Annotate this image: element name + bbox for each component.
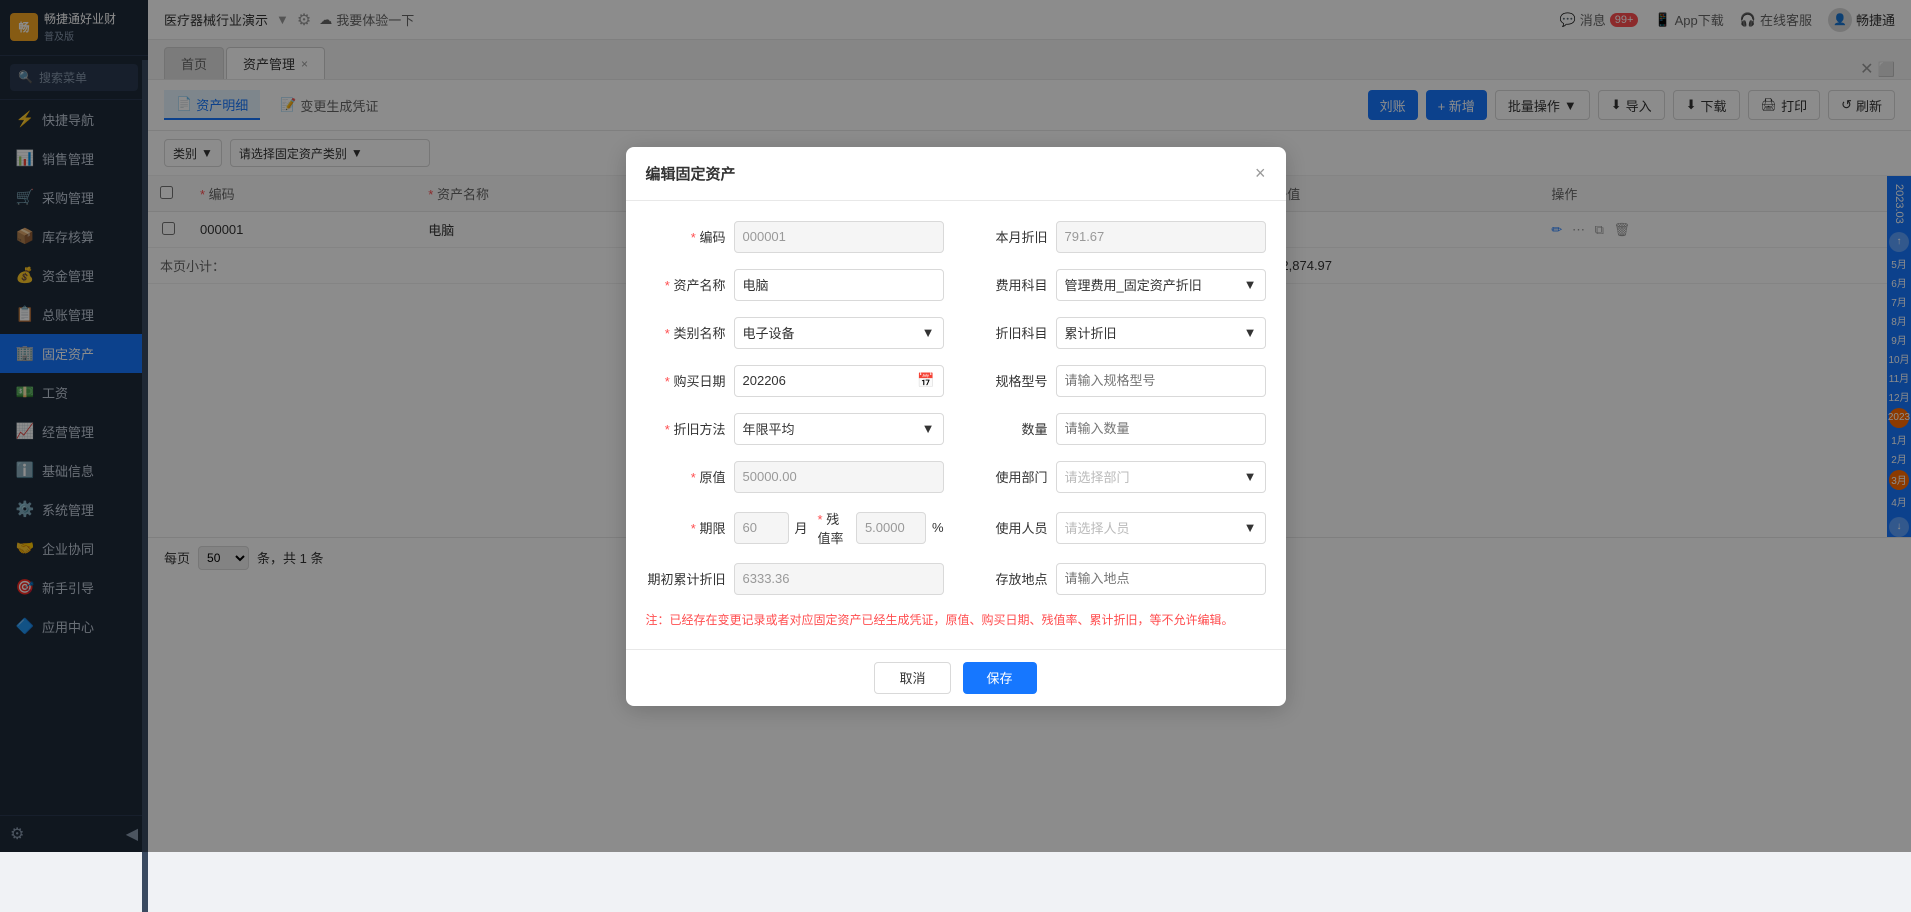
period-field-item: * 期限 60 月 * 残值率 5.0000	[646, 509, 944, 547]
location-field-item: 存放地点	[968, 563, 1266, 595]
initial-dep-label: 期初累计折旧	[646, 569, 726, 588]
save-button[interactable]: 保存	[963, 662, 1037, 694]
initial-dep-input: 6333.36	[734, 563, 944, 595]
quantity-label: 数量	[968, 419, 1048, 438]
category-select[interactable]: 电子设备 ▼	[734, 317, 944, 349]
location-input[interactable]	[1056, 563, 1266, 595]
dep-method-select[interactable]: 年限平均 ▼	[734, 413, 944, 445]
initial-dep-field-item: 期初累计折旧 6333.36	[646, 563, 944, 595]
purchase-date-input[interactable]: 202206 📅	[734, 365, 944, 397]
asset-name-input[interactable]	[734, 269, 944, 301]
period-unit-label: 月	[795, 518, 808, 537]
code-label: * 编码	[646, 227, 726, 246]
quantity-field-item: 数量	[968, 413, 1266, 445]
residual-rate-unit: %	[932, 520, 944, 535]
category-label: * 类别名称	[646, 323, 726, 342]
form-grid: * 编码 000001 本月折旧 791.67	[646, 221, 1266, 629]
asset-name-label: * 资产名称	[646, 275, 726, 294]
expense-account-label: 费用科目	[968, 275, 1048, 294]
calendar-icon: 📅	[917, 372, 934, 389]
spec-model-input[interactable]	[1056, 365, 1266, 397]
expense-account-select[interactable]: 管理费用_固定资产折旧 ▼	[1056, 269, 1266, 301]
cancel-button[interactable]: 取消	[874, 662, 950, 694]
modal-footer: 取消 保存	[626, 649, 1286, 706]
dep-method-chevron-icon: ▼	[922, 421, 935, 436]
code-required-star: *	[691, 230, 696, 245]
dep-account-chevron-icon: ▼	[1244, 325, 1257, 340]
dep-method-field-item: * 折旧方法 年限平均 ▼	[646, 413, 944, 445]
monthly-dep-input: 791.67	[1056, 221, 1266, 253]
residual-rate-label: * 残值率	[818, 509, 850, 547]
spec-model-field-item: 规格型号	[968, 365, 1266, 397]
expense-account-field-item: 费用科目 管理费用_固定资产折旧 ▼	[968, 269, 1266, 301]
department-field-item: 使用部门 请选择部门 ▼	[968, 461, 1266, 493]
modal-note: 注：已经存在变更记录或者对应固定资产已经生成凭证，原值、购买日期、残值率、累计折…	[646, 611, 1266, 629]
code-field-item: * 编码 000001	[646, 221, 944, 253]
dep-method-label: * 折旧方法	[646, 419, 726, 438]
residual-rate-input: 5.0000	[856, 512, 926, 544]
category-field-item: * 类别名称 电子设备 ▼	[646, 317, 944, 349]
expense-account-chevron-icon: ▼	[1244, 277, 1257, 292]
period-label: * 期限	[646, 518, 726, 537]
modal-title: 编辑固定资产	[646, 163, 736, 184]
spec-model-label: 规格型号	[968, 371, 1048, 390]
modal-body: * 编码 000001 本月折旧 791.67	[626, 201, 1286, 649]
asset-name-field-item: * 资产名称	[646, 269, 944, 301]
original-value-label: * 原值	[646, 467, 726, 486]
purchase-date-field-item: * 购买日期 202206 📅	[646, 365, 944, 397]
modal-close-icon[interactable]: ×	[1255, 163, 1266, 184]
user-chevron-icon: ▼	[1244, 520, 1257, 535]
modal-overlay[interactable]: 编辑固定资产 × * 编码 000001	[0, 0, 1911, 852]
code-input: 000001	[734, 221, 944, 253]
dep-account-field-item: 折旧科目 累计折旧 ▼	[968, 317, 1266, 349]
user-field-item: 使用人员 请选择人员 ▼	[968, 509, 1266, 547]
monthly-dep-field-item: 本月折旧 791.67	[968, 221, 1266, 253]
purchase-date-label: * 购买日期	[646, 371, 726, 390]
quantity-input[interactable]	[1056, 413, 1266, 445]
period-input: 60	[734, 512, 789, 544]
dep-account-label: 折旧科目	[968, 323, 1048, 342]
location-label: 存放地点	[968, 569, 1048, 588]
user-select[interactable]: 请选择人员 ▼	[1056, 512, 1266, 544]
period-group: 60 月 * 残值率 5.0000 %	[734, 509, 944, 547]
department-chevron-icon: ▼	[1244, 469, 1257, 484]
original-value-input: 50000.00	[734, 461, 944, 493]
category-chevron-icon: ▼	[922, 325, 935, 340]
user-label: 使用人员	[968, 518, 1048, 537]
department-select[interactable]: 请选择部门 ▼	[1056, 461, 1266, 493]
modal-header: 编辑固定资产 ×	[626, 147, 1286, 201]
monthly-dep-label: 本月折旧	[968, 227, 1048, 246]
department-label: 使用部门	[968, 467, 1048, 486]
dep-account-select[interactable]: 累计折旧 ▼	[1056, 317, 1266, 349]
edit-asset-modal: 编辑固定资产 × * 编码 000001	[626, 147, 1286, 706]
original-value-field-item: * 原值 50000.00	[646, 461, 944, 493]
